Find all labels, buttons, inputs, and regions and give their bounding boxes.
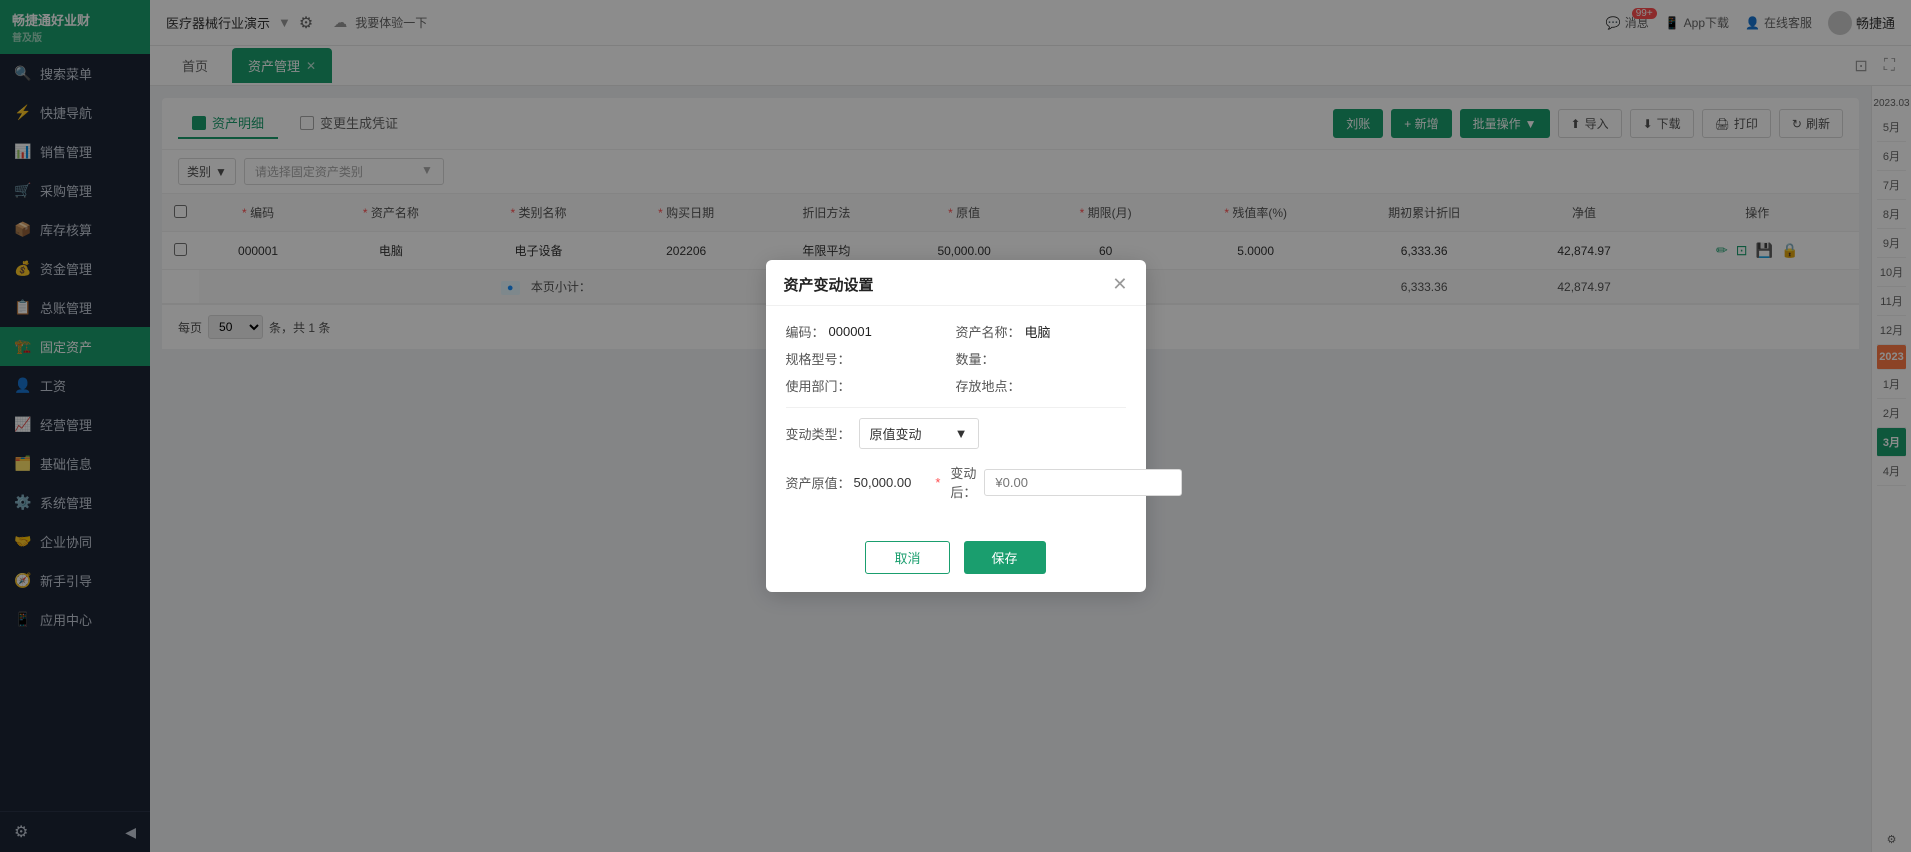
modal-change-type-field: 变动类型： 原值变动 ▼ (786, 418, 1126, 449)
change-type-label: 变动类型： (786, 424, 851, 443)
modal-location-row: 存放地点： (956, 376, 1126, 395)
modal-divider (786, 407, 1126, 408)
modal-info-grid: 编码： 000001 资产名称： 电脑 规格型号： 数量： 使用部门： (786, 322, 1126, 395)
change-type-select[interactable]: 原值变动 ▼ (859, 418, 979, 449)
original-value: 50,000.00 (854, 475, 912, 490)
modal-dept-row: 使用部门： (786, 376, 956, 395)
modal-cancel-btn[interactable]: 取消 (865, 541, 949, 574)
modal-original-field: 资产原值： 50,000.00 * 变动后： (786, 463, 1126, 501)
modal-code-row: 编码： 000001 (786, 322, 956, 341)
modal-body: 编码： 000001 资产名称： 电脑 规格型号： 数量： 使用部门： (766, 306, 1146, 531)
modal-save-btn[interactable]: 保存 (964, 541, 1046, 574)
after-change-input[interactable] (984, 469, 1182, 496)
required-mark: * (935, 475, 940, 490)
modal-footer: 取消 保存 (766, 531, 1146, 592)
change-type-dropdown-icon: ▼ (955, 426, 968, 441)
original-label: 资产原值： (786, 473, 846, 492)
asset-change-modal: 资产变动设置 ✕ 编码： 000001 资产名称： 电脑 规格型号： 数量： (766, 260, 1146, 592)
modal-header: 资产变动设置 ✕ (766, 260, 1146, 306)
modal-quantity-row: 数量： (956, 349, 1126, 368)
modal-overlay: 资产变动设置 ✕ 编码： 000001 资产名称： 电脑 规格型号： 数量： (0, 0, 1911, 852)
modal-close-btn[interactable]: ✕ (1112, 274, 1127, 295)
modal-spec-row: 规格型号： (786, 349, 956, 368)
modal-name-row: 资产名称： 电脑 (956, 322, 1126, 341)
modal-title: 资产变动设置 (784, 274, 874, 295)
after-change-label: 变动后： (950, 463, 976, 501)
